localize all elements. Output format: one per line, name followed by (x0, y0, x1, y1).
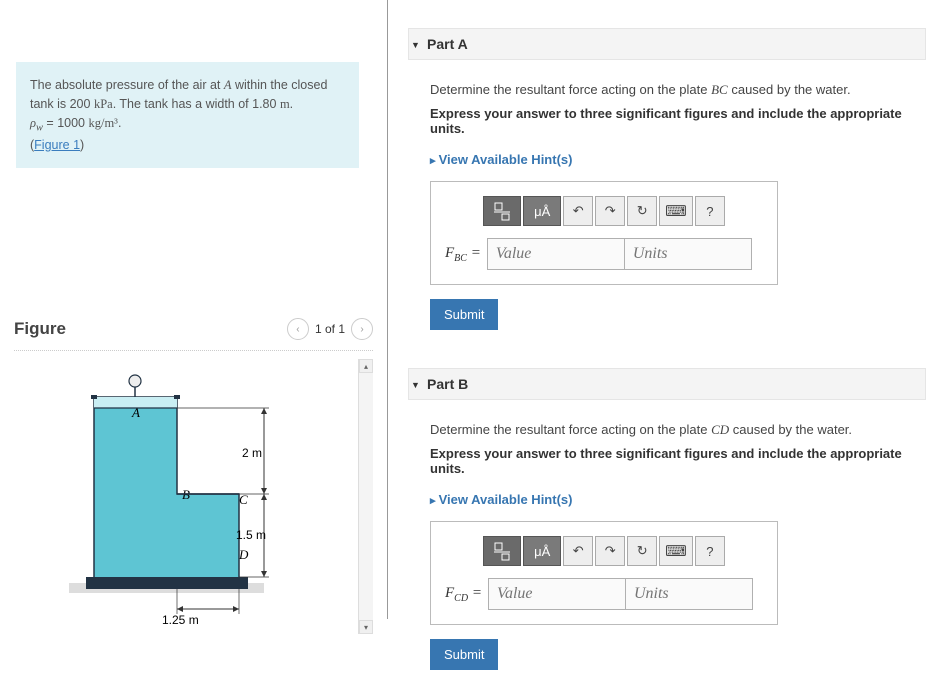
rho-sub: w (36, 122, 43, 133)
tank-diagram: A B C D 2 m 1.5 m (14, 359, 354, 629)
label-D: D (238, 547, 249, 562)
part-b-value-input[interactable] (488, 578, 626, 610)
part-a-title: Part A (427, 36, 468, 52)
redo-button[interactable]: ↷ (595, 196, 625, 226)
left-panel: The absolute pressure of the air at A wi… (0, 0, 388, 619)
part-b-body: Determine the resultant force acting on … (408, 400, 926, 680)
figure-header: Figure ‹ 1 of 1 › (14, 318, 373, 351)
part-b-title: Part B (427, 376, 468, 392)
undo-button[interactable]: ↶ (563, 536, 593, 566)
part-b-toolbar: μÅ ↶ ↷ ↻ ? (445, 536, 763, 566)
part-b-header[interactable]: Part B (408, 368, 926, 400)
redo-button[interactable]: ↷ (595, 536, 625, 566)
part-b-question: Determine the resultant force acting on … (430, 422, 916, 438)
part-a-hints-link[interactable]: View Available Hint(s) (430, 152, 916, 167)
figure-next-button[interactable]: › (351, 318, 373, 340)
units-button[interactable]: μÅ (523, 536, 561, 566)
text: . (290, 97, 293, 111)
part-a-body: Determine the resultant force acting on … (408, 60, 926, 340)
part-a-submit-button[interactable]: Submit (430, 299, 498, 330)
part-a-toolbar: μÅ ↶ ↷ ↻ ? (445, 196, 763, 226)
part-b-units-input[interactable] (625, 578, 753, 610)
part-b-submit-button[interactable]: Submit (430, 639, 498, 670)
figure-nav: ‹ 1 of 1 › (287, 318, 373, 340)
label-A: A (131, 405, 140, 420)
text: . (118, 116, 121, 130)
part-b-var-label: FCD = (445, 585, 482, 604)
part-a-instruction: Express your answer to three significant… (430, 106, 916, 136)
fraction-button[interactable] (483, 536, 521, 566)
part-a-var-label: FBC = (445, 245, 481, 264)
unit: m (280, 97, 290, 111)
var-BC: BC (711, 82, 728, 97)
keyboard-button[interactable] (659, 196, 693, 226)
units-button[interactable]: μÅ (523, 196, 561, 226)
reset-button[interactable]: ↻ (627, 196, 657, 226)
right-panel: Part A Determine the resultant force act… (388, 0, 934, 619)
scroll-up-button[interactable]: ▴ (359, 359, 373, 373)
part-a-answer-box: μÅ ↶ ↷ ↻ ? FBC = (430, 181, 778, 285)
text: . The tank has a width of 1.80 (113, 97, 280, 111)
part-a-units-input[interactable] (624, 238, 752, 270)
part-a-value-input[interactable] (487, 238, 625, 270)
keyboard-button[interactable] (659, 536, 693, 566)
help-button[interactable]: ? (695, 536, 725, 566)
figure-link[interactable]: Figure 1 (34, 138, 80, 152)
fraction-button[interactable] (483, 196, 521, 226)
undo-button[interactable]: ↶ (563, 196, 593, 226)
figure-canvas: ▴ ▾ A B C (14, 359, 373, 634)
part-b-input-row: FCD = (445, 578, 763, 610)
part-b-hints-link[interactable]: View Available Hint(s) (430, 492, 916, 507)
problem-statement: The absolute pressure of the air at A wi… (16, 62, 359, 168)
scroll-down-button[interactable]: ▾ (359, 620, 373, 634)
figure-section: Figure ‹ 1 of 1 › ▴ ▾ (14, 318, 373, 634)
dim-15m: 1.5 m (236, 528, 266, 542)
part-b-instruction: Express your answer to three significant… (430, 446, 916, 476)
dim-125m: 1.25 m (162, 613, 199, 627)
part-a-header[interactable]: Part A (408, 28, 926, 60)
scrollbar[interactable]: ▴ ▾ (358, 359, 373, 634)
figure-prev-button[interactable]: ‹ (287, 318, 309, 340)
rho-unit: kg/m³ (88, 116, 117, 130)
rho-eq: = 1000 (43, 116, 89, 130)
dim-2m: 2 m (242, 446, 262, 460)
figure-title: Figure (14, 319, 66, 339)
var-A: A (224, 78, 232, 92)
var-CD: CD (711, 422, 729, 437)
text: The absolute pressure of the air at (30, 78, 224, 92)
figure-pager: 1 of 1 (315, 322, 345, 336)
part-b-answer-box: μÅ ↶ ↷ ↻ ? FCD = (430, 521, 778, 625)
part-a-question: Determine the resultant force acting on … (430, 82, 916, 98)
help-button[interactable]: ? (695, 196, 725, 226)
unit: kPa (94, 97, 113, 111)
part-a-input-row: FBC = (445, 238, 763, 270)
reset-button[interactable]: ↻ (627, 536, 657, 566)
